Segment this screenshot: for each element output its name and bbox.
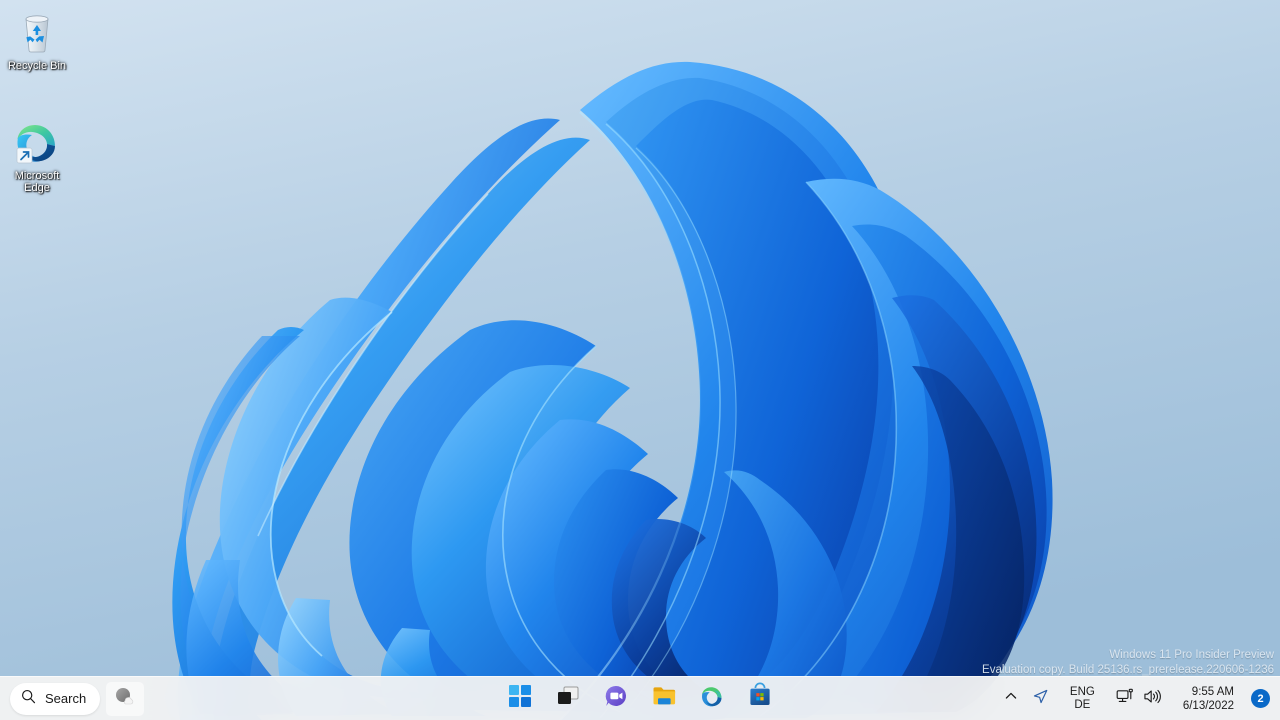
desktop-icon-label: Recycle Bin (7, 60, 67, 72)
desktop-icon-label-line2: Edge (24, 182, 50, 194)
network-icon (1116, 688, 1135, 710)
chevron-up-icon (1004, 689, 1018, 708)
file-explorer-button[interactable] (644, 681, 684, 717)
build-watermark: Windows 11 Pro Insider Preview Evaluatio… (982, 648, 1274, 678)
desktop-icon-microsoft-edge[interactable]: Microsoft Edge (0, 118, 74, 194)
location-indicator-button[interactable] (1026, 681, 1055, 717)
desktop-icon-label-line1: Microsoft (14, 170, 60, 182)
widgets-weather-icon (113, 684, 137, 713)
language-line-2: DE (1074, 698, 1091, 711)
folder-icon (652, 685, 677, 712)
notification-badge[interactable]: 2 (1251, 689, 1270, 708)
chat-teams-icon (604, 684, 628, 713)
windows-start-icon (509, 685, 531, 712)
recycle-bin-icon (13, 8, 61, 56)
taskbar-pinned-group (500, 681, 780, 717)
taskbar[interactable]: Search ENG DE 9:55 AM 6/13/2022 2 (0, 676, 1280, 720)
task-view-button[interactable] (548, 681, 588, 717)
start-button[interactable] (500, 681, 540, 717)
widgets-button[interactable] (106, 681, 145, 716)
network-volume-button[interactable] (1110, 681, 1168, 717)
language-line-1: ENG (1069, 685, 1095, 698)
microsoft-edge-button[interactable] (692, 681, 732, 717)
taskbar-left-group: Search (10, 681, 145, 716)
chat-button[interactable] (596, 681, 636, 717)
language-indicator-button[interactable]: ENG DE (1057, 681, 1108, 717)
wallpaper (0, 0, 1280, 720)
speaker-icon (1143, 688, 1162, 710)
clock-time: 9:55 AM (1191, 685, 1234, 698)
search-icon (21, 689, 36, 709)
desktop[interactable]: Recycle Bin Microsoft Edge Windows 11 Pr… (0, 0, 1280, 720)
task-view-icon (556, 685, 580, 712)
clock-date: 6/13/2022 (1182, 699, 1234, 712)
desktop-icon-recycle-bin[interactable]: Recycle Bin (0, 8, 74, 72)
show-hidden-icons-button[interactable] (998, 681, 1024, 717)
edge-icon (700, 684, 724, 713)
clock: 9:55 AM 6/13/2022 (1176, 685, 1241, 713)
clock-button[interactable]: 9:55 AM 6/13/2022 (1170, 681, 1247, 717)
microsoft-store-button[interactable] (740, 681, 780, 717)
location-arrow-icon (1032, 688, 1049, 710)
language-indicator: ENG DE (1063, 686, 1102, 712)
system-tray: ENG DE 9:55 AM 6/13/2022 2 (998, 677, 1276, 720)
store-bag-icon (748, 682, 772, 713)
edge-icon (13, 118, 61, 166)
watermark-line-1: Windows 11 Pro Insider Preview (1109, 649, 1274, 661)
search-label: Search (45, 691, 87, 706)
search-button[interactable]: Search (10, 682, 101, 715)
